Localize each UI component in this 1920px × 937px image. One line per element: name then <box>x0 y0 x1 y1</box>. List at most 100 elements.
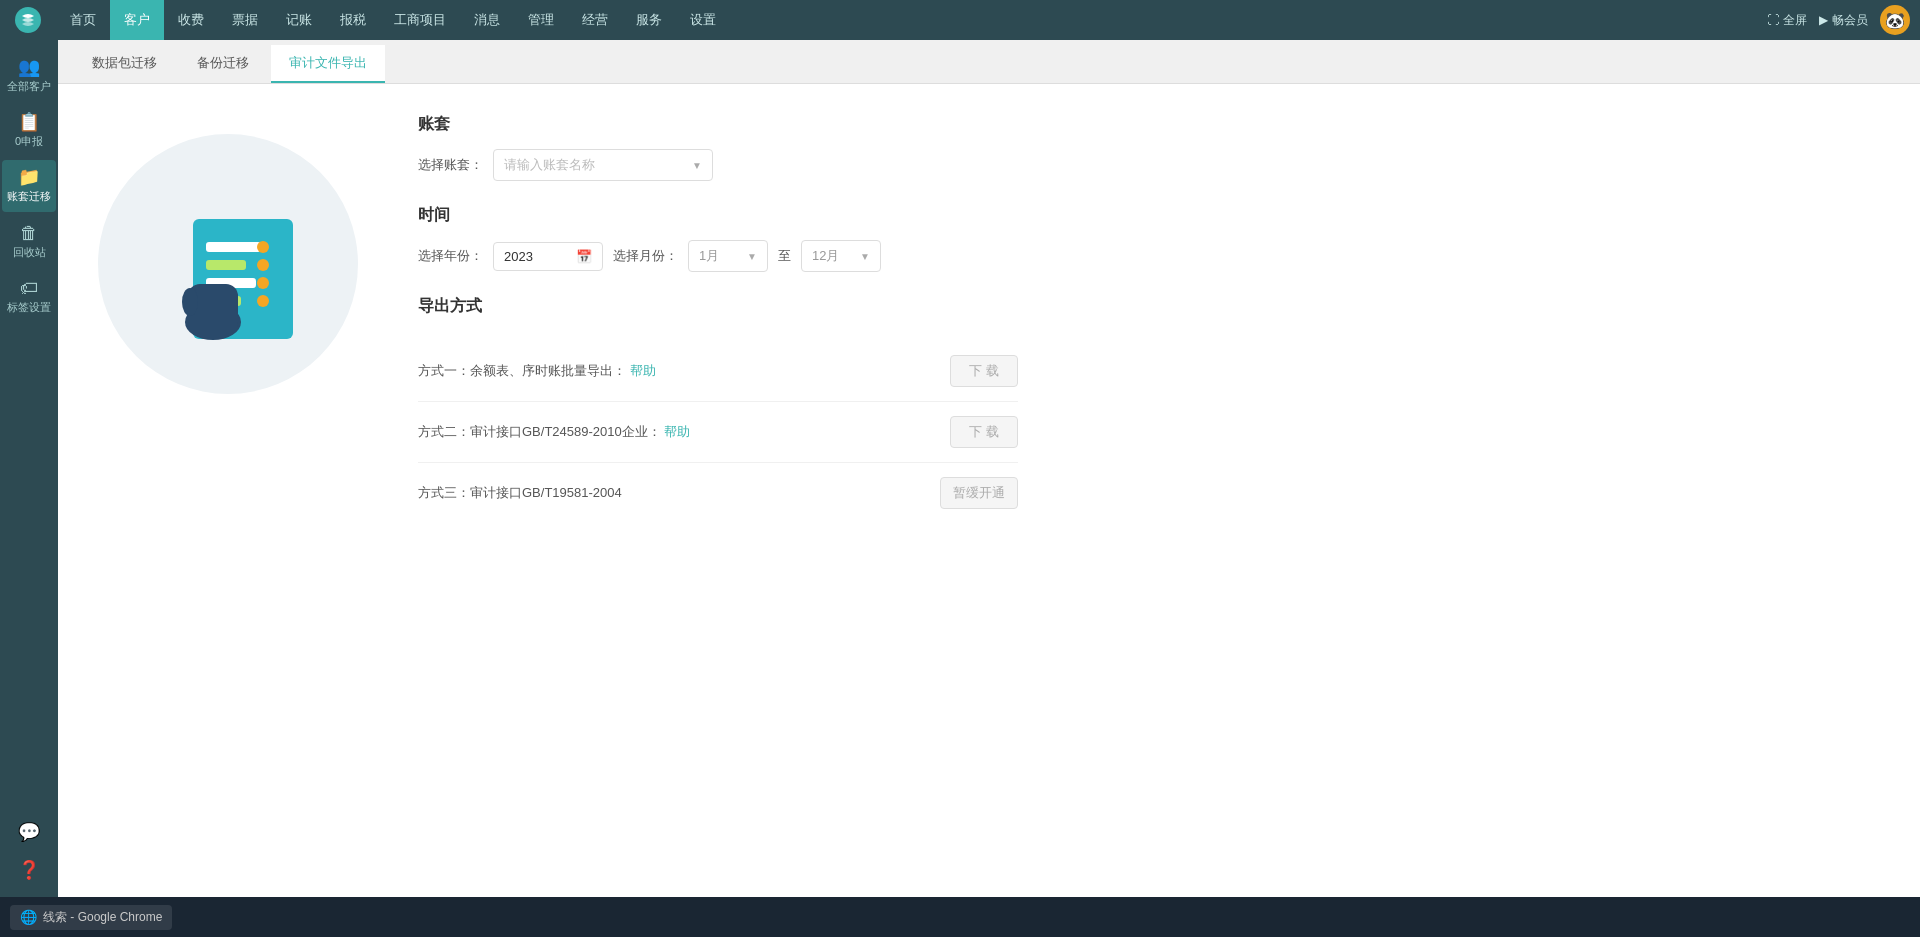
svg-rect-3 <box>206 260 246 270</box>
select-account-label: 选择账套： <box>418 156 483 174</box>
method-3-coming-soon-btn[interactable]: 暂缓开通 <box>940 477 1018 509</box>
time-form-row: 选择年份： 2023 📅 选择月份： 1月 ▼ 至 12月 ▼ <box>418 240 1018 272</box>
export-section-title: 导出方式 <box>418 296 1018 317</box>
taskbar-label: 线索 - Google Chrome <box>43 909 162 926</box>
nav-home[interactable]: 首页 <box>56 0 110 40</box>
month-end-value: 12月 <box>812 247 839 265</box>
svg-point-7 <box>257 259 269 271</box>
sidebar-label-recycle: 回收站 <box>13 246 46 259</box>
month-start-chevron: ▼ <box>747 251 757 262</box>
nav-service[interactable]: 服务 <box>622 0 676 40</box>
sidebar-item-chat[interactable]: 💬 <box>2 815 56 849</box>
tab-data-migration[interactable]: 数据包迁移 <box>74 45 175 83</box>
nav-operation[interactable]: 经营 <box>568 0 622 40</box>
tabs-bar: 数据包迁移 备份迁移 审计文件导出 <box>58 40 1920 84</box>
account-section-title: 账套 <box>418 114 1018 135</box>
method-2-help-link[interactable]: 帮助 <box>664 424 690 439</box>
export-method-1: 方式一：余额表、序时账批量导出： 帮助 下 载 <box>418 341 1018 402</box>
help-icon: ❓ <box>18 861 40 879</box>
month-end-select[interactable]: 12月 ▼ <box>801 240 881 272</box>
method-2-label: 方式二：审计接口GB/T24589-2010企业： <box>418 424 661 439</box>
export-method-2: 方式二：审计接口GB/T24589-2010企业： 帮助 下 载 <box>418 402 1018 463</box>
month-start-value: 1月 <box>699 247 719 265</box>
nav-manage[interactable]: 管理 <box>514 0 568 40</box>
method-1-label-area: 方式一：余额表、序时账批量导出： 帮助 <box>418 362 656 380</box>
method-1-label: 方式一：余额表、序时账批量导出： <box>418 363 626 378</box>
svg-point-9 <box>257 295 269 307</box>
method-1-download-btn[interactable]: 下 载 <box>950 355 1018 387</box>
form-area: 账套 选择账套： 请输入账套名称 ▼ 时间 选择年份： 2023 📅 <box>418 114 1018 523</box>
taskbar: 🌐 线索 - Google Chrome <box>0 897 1920 937</box>
svg-point-12 <box>182 288 198 316</box>
main-container: 👥 全部客户 📋 0申报 📁 账套迁移 🗑 回收站 🏷 标签设置 💬 ❓ <box>0 40 1920 897</box>
svg-rect-2 <box>206 242 261 252</box>
chrome-icon: 🌐 <box>20 909 37 925</box>
nav-tax[interactable]: 报税 <box>326 0 380 40</box>
year-input[interactable]: 2023 📅 <box>493 242 603 271</box>
member-btn[interactable]: ▶ 畅会员 <box>1819 12 1868 29</box>
sidebar-item-recycle[interactable]: 🗑 回收站 <box>2 216 56 267</box>
tab-backup-migration[interactable]: 备份迁移 <box>179 45 267 83</box>
sidebar-label-all-customers: 全部客户 <box>7 80 51 93</box>
method-3-label: 方式三：审计接口GB/T19581-2004 <box>418 485 622 500</box>
tags-icon: 🏷 <box>20 279 38 297</box>
tab-audit-export[interactable]: 审计文件导出 <box>271 45 385 83</box>
content-area: 数据包迁移 备份迁移 审计文件导出 <box>58 40 1920 897</box>
to-label: 至 <box>778 247 791 265</box>
avatar[interactable]: 🐼 <box>1880 5 1910 35</box>
month-end-chevron: ▼ <box>860 251 870 262</box>
nav-customer[interactable]: 客户 <box>110 0 164 40</box>
sidebar-item-all-customers[interactable]: 👥 全部客户 <box>2 50 56 101</box>
method-1-help-link[interactable]: 帮助 <box>630 363 656 378</box>
top-nav: 首页 客户 收费 票据 记账 报税 工商项目 消息 管理 经营 服务 设置 ⛶ … <box>0 0 1920 40</box>
nav-items: 首页 客户 收费 票据 记账 报税 工商项目 消息 管理 经营 服务 设置 <box>56 0 1767 40</box>
year-label: 选择年份： <box>418 247 483 265</box>
member-label: 畅会员 <box>1832 12 1868 29</box>
year-value: 2023 <box>504 249 533 264</box>
method-2-label-area: 方式二：审计接口GB/T24589-2010企业： 帮助 <box>418 423 690 441</box>
sidebar-bottom: 💬 ❓ <box>2 815 56 897</box>
account-select[interactable]: 请输入账套名称 ▼ <box>493 149 713 181</box>
sidebar-label-tags: 标签设置 <box>7 301 51 314</box>
sidebar-item-zero-declaration[interactable]: 📋 0申报 <box>2 105 56 156</box>
sidebar-item-tags[interactable]: 🏷 标签设置 <box>2 271 56 322</box>
method-2-download-btn[interactable]: 下 载 <box>950 416 1018 448</box>
nav-invoice[interactable]: 票据 <box>218 0 272 40</box>
account-select-placeholder: 请输入账套名称 <box>504 156 595 174</box>
account-form-row: 选择账套： 请输入账套名称 ▼ <box>418 149 1018 181</box>
nav-biz[interactable]: 工商项目 <box>380 0 460 40</box>
method-3-label-area: 方式三：审计接口GB/T19581-2004 <box>418 484 622 502</box>
member-icon: ▶ <box>1819 13 1828 27</box>
month-start-select[interactable]: 1月 ▼ <box>688 240 768 272</box>
fullscreen-icon: ⛶ <box>1767 13 1779 27</box>
sidebar: 👥 全部客户 📋 0申报 📁 账套迁移 🗑 回收站 🏷 标签设置 💬 ❓ <box>0 40 58 897</box>
page-content: 账套 选择账套： 请输入账套名称 ▼ 时间 选择年份： 2023 📅 <box>58 84 1920 553</box>
all-customers-icon: 👥 <box>18 58 40 76</box>
sidebar-label-migration: 账套迁移 <box>7 190 51 203</box>
migration-icon: 📁 <box>18 168 40 186</box>
export-method-3: 方式三：审计接口GB/T19581-2004 暂缓开通 <box>418 463 1018 523</box>
recycle-icon: 🗑 <box>20 224 38 242</box>
calendar-icon: 📅 <box>576 249 592 264</box>
nav-fee[interactable]: 收费 <box>164 0 218 40</box>
svg-point-8 <box>257 277 269 289</box>
illustration <box>98 134 358 394</box>
zero-declaration-icon: 📋 <box>18 113 40 131</box>
nav-right: ⛶ 全屏 ▶ 畅会员 🐼 <box>1767 5 1910 35</box>
fullscreen-label: 全屏 <box>1783 12 1807 29</box>
month-label: 选择月份： <box>613 247 678 265</box>
sidebar-item-migration[interactable]: 📁 账套迁移 <box>2 160 56 211</box>
nav-msg[interactable]: 消息 <box>460 0 514 40</box>
time-section-title: 时间 <box>418 205 1018 226</box>
svg-point-6 <box>257 241 269 253</box>
taskbar-chrome[interactable]: 🌐 线索 - Google Chrome <box>10 905 172 930</box>
nav-settings[interactable]: 设置 <box>676 0 730 40</box>
logo[interactable] <box>10 2 46 38</box>
nav-bookkeeping[interactable]: 记账 <box>272 0 326 40</box>
sidebar-label-zero-declaration: 0申报 <box>15 135 43 148</box>
export-methods: 方式一：余额表、序时账批量导出： 帮助 下 载 方式二：审计接口GB/T2458… <box>418 341 1018 523</box>
account-select-chevron: ▼ <box>692 160 702 171</box>
sidebar-item-help[interactable]: ❓ <box>2 853 56 887</box>
chat-icon: 💬 <box>18 823 40 841</box>
fullscreen-btn[interactable]: ⛶ 全屏 <box>1767 12 1807 29</box>
